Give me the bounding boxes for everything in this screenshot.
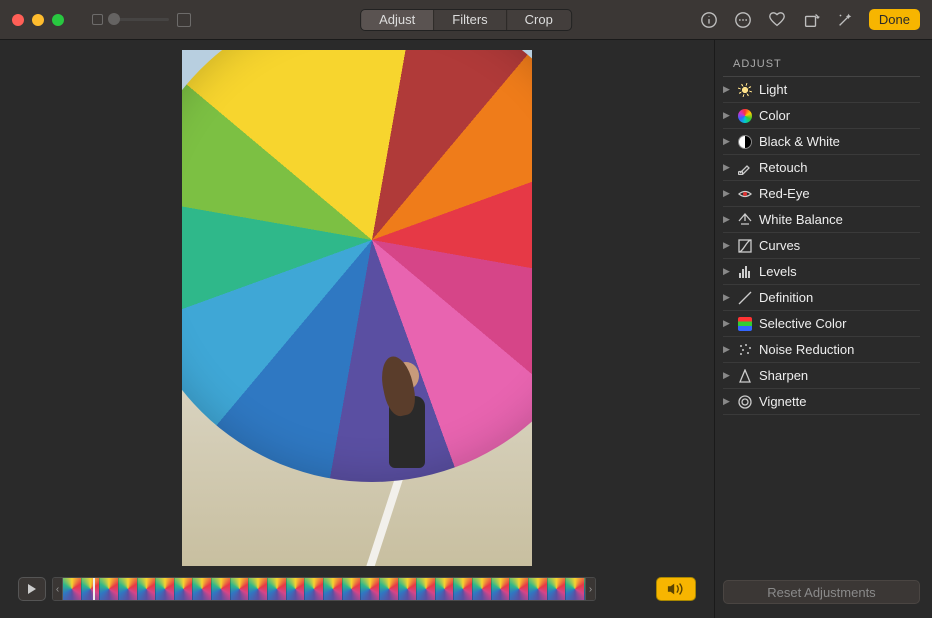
fullscreen-window-button[interactable] <box>52 14 64 26</box>
zoom-track[interactable] <box>111 18 169 21</box>
rotate-button[interactable] <box>801 10 821 30</box>
curves-icon <box>738 239 752 253</box>
definition-icon <box>738 291 752 305</box>
chevron-right-icon: ▶ <box>723 162 731 173</box>
zoom-in-icon <box>177 13 191 27</box>
zoom-knob[interactable] <box>108 13 120 25</box>
auto-enhance-button[interactable] <box>835 10 855 30</box>
trim-start-handle[interactable]: ‹ <box>53 578 63 600</box>
edit-mode-segmented-control: Adjust Filters Crop <box>360 9 572 31</box>
adjust-label: Sharpen <box>759 368 808 383</box>
chevron-right-icon: ▶ <box>723 266 731 277</box>
adjust-definition[interactable]: ▶ Definition <box>723 285 920 311</box>
tab-filters[interactable]: Filters <box>434 10 506 30</box>
chevron-right-icon: ▶ <box>723 292 731 303</box>
levels-icon <box>738 265 752 279</box>
sharpen-icon <box>738 369 752 383</box>
playhead[interactable] <box>93 577 95 601</box>
adjust-levels[interactable]: ▶ Levels <box>723 259 920 285</box>
panel-title: ADJUST <box>723 50 920 77</box>
main: ‹ › ADJUST ▶ Light ▶ Color <box>0 40 932 618</box>
photo-viewport <box>0 50 714 566</box>
adjust-label: Vignette <box>759 394 806 409</box>
chevron-right-icon: ▶ <box>723 344 731 355</box>
adjust-curves[interactable]: ▶ Curves <box>723 233 920 259</box>
chevron-right-icon: ▶ <box>723 188 731 199</box>
tab-adjust[interactable]: Adjust <box>361 10 434 30</box>
reset-adjustments-button[interactable]: Reset Adjustments <box>723 580 920 604</box>
light-icon <box>738 83 752 97</box>
adjust-label: Definition <box>759 290 813 305</box>
adjust-label: White Balance <box>759 212 843 227</box>
adjust-retouch[interactable]: ▶ Retouch <box>723 155 920 181</box>
chevron-right-icon: ▶ <box>723 240 731 251</box>
adjust-label: Selective Color <box>759 316 846 331</box>
window-controls <box>12 14 64 26</box>
adjust-vignette[interactable]: ▶ Vignette <box>723 389 920 415</box>
favorite-button[interactable] <box>767 10 787 30</box>
done-button[interactable]: Done <box>869 9 920 30</box>
red-eye-icon <box>738 187 752 201</box>
chevron-right-icon: ▶ <box>723 84 731 95</box>
adjust-label: Retouch <box>759 160 807 175</box>
adjust-light[interactable]: ▶ Light <box>723 77 920 103</box>
info-button[interactable] <box>699 10 719 30</box>
selective-color-icon <box>738 317 752 331</box>
close-window-button[interactable] <box>12 14 24 26</box>
tab-crop[interactable]: Crop <box>507 10 571 30</box>
adjust-label: Curves <box>759 238 800 253</box>
adjust-label: Color <box>759 108 790 123</box>
adjust-label: Light <box>759 82 787 97</box>
photo-person <box>389 362 445 510</box>
minimize-window-button[interactable] <box>32 14 44 26</box>
retouch-icon <box>738 161 752 175</box>
zoom-out-icon <box>92 14 103 25</box>
play-button[interactable] <box>18 577 46 601</box>
toolbar-right: Done <box>699 9 920 30</box>
adjust-white-balance[interactable]: ▶ White Balance <box>723 207 920 233</box>
color-wheel-icon <box>738 109 752 123</box>
vignette-icon <box>738 395 752 409</box>
adjust-red-eye[interactable]: ▶ Red-Eye <box>723 181 920 207</box>
chevron-right-icon: ▶ <box>723 396 731 407</box>
adjust-label: Levels <box>759 264 797 279</box>
chevron-right-icon: ▶ <box>723 214 731 225</box>
chevron-right-icon: ▶ <box>723 136 731 147</box>
adjust-label: Black & White <box>759 134 840 149</box>
video-timeline: ‹ › <box>18 576 696 602</box>
chevron-right-icon: ▶ <box>723 318 731 329</box>
adjust-label: Red-Eye <box>759 186 810 201</box>
adjust-sharpen[interactable]: ▶ Sharpen <box>723 363 920 389</box>
frames[interactable] <box>63 578 585 600</box>
frame-strip[interactable]: ‹ › <box>52 577 596 601</box>
adjust-label: Noise Reduction <box>759 342 854 357</box>
black-white-icon <box>738 135 752 149</box>
edited-photo <box>182 50 532 566</box>
white-balance-icon <box>738 213 752 227</box>
chevron-right-icon: ▶ <box>723 370 731 381</box>
trim-end-handle[interactable]: › <box>585 578 595 600</box>
adjust-selective-color[interactable]: ▶ Selective Color <box>723 311 920 337</box>
chevron-right-icon: ▶ <box>723 110 731 121</box>
titlebar: Adjust Filters Crop Done <box>0 0 932 40</box>
canvas-area: ‹ › <box>0 40 714 618</box>
sound-toggle-button[interactable] <box>656 577 696 601</box>
adjust-color[interactable]: ▶ Color <box>723 103 920 129</box>
adjust-black-white[interactable]: ▶ Black & White <box>723 129 920 155</box>
zoom-slider[interactable] <box>92 13 191 27</box>
adjustments-list: ▶ Light ▶ Color ▶ Black & White ▶ Retouc… <box>723 77 920 415</box>
adjust-sidebar: ADJUST ▶ Light ▶ Color ▶ Black & White ▶… <box>714 40 932 618</box>
adjust-noise-reduction[interactable]: ▶ Noise Reduction <box>723 337 920 363</box>
noise-reduction-icon <box>738 343 752 357</box>
more-button[interactable] <box>733 10 753 30</box>
